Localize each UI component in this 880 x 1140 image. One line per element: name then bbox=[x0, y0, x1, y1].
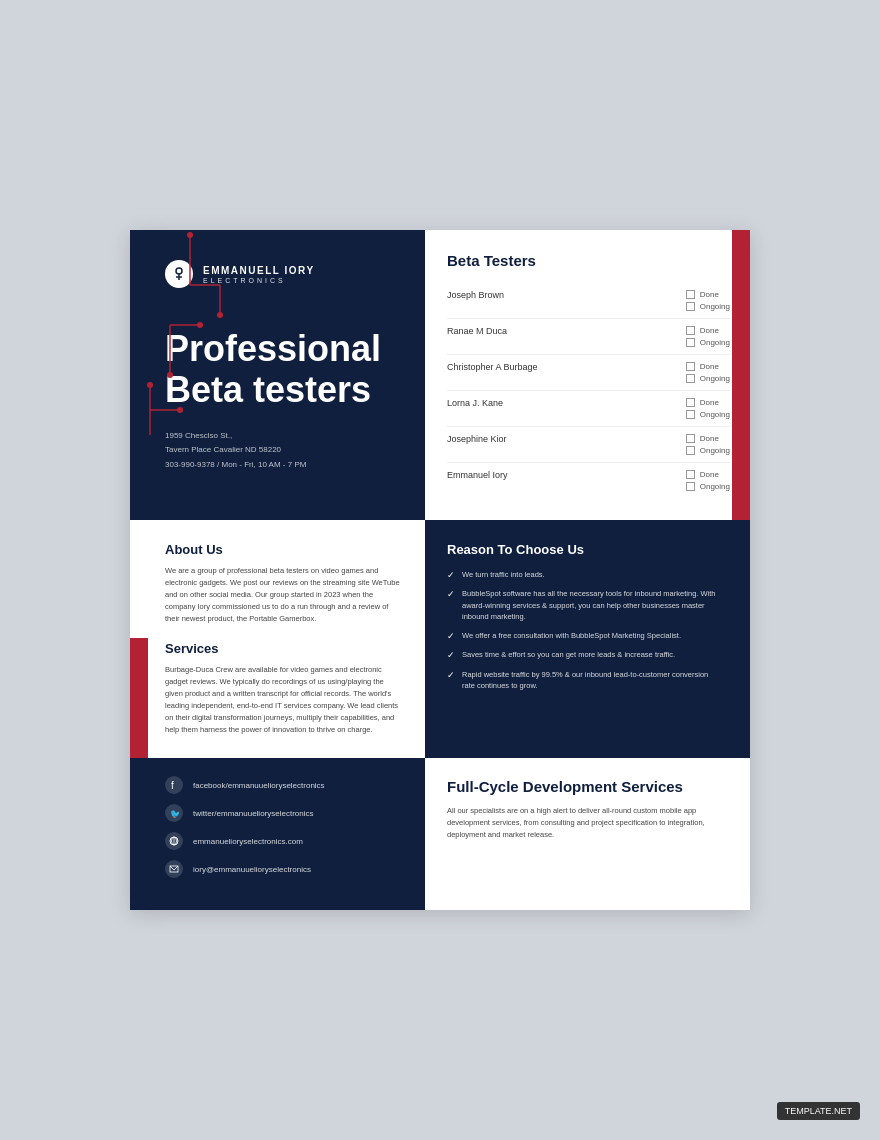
logo-icon bbox=[165, 260, 193, 288]
services-text: Burbage-Duca Crew are available for vide… bbox=[165, 664, 400, 736]
tester-list: Joseph Brown Done Ongoing Ranae M Duca D… bbox=[447, 283, 730, 498]
bottom-section: f facebook/emmanuuelioryselectronics 🐦 t… bbox=[130, 758, 750, 910]
reason-text: Rapid website traffic by 99.5% & our inb… bbox=[462, 669, 720, 692]
ongoing-checkbox[interactable]: Ongoing bbox=[686, 338, 730, 347]
svg-point-4 bbox=[217, 312, 223, 318]
facebook-link[interactable]: facebook/emmanuuelioryselectronics bbox=[193, 781, 325, 790]
table-row: Joseph Brown Done Ongoing bbox=[447, 283, 730, 319]
table-row: Ranae M Duca Done Ongoing bbox=[447, 319, 730, 355]
checkbox-group: Done Ongoing bbox=[686, 326, 730, 347]
ongoing-checkbox[interactable]: Ongoing bbox=[686, 482, 730, 491]
left-hero-panel: EMMANUELL IORY ELECTRONICS Professional … bbox=[130, 230, 425, 520]
checkmark-icon: ✓ bbox=[447, 570, 455, 580]
red-accent-bar-right bbox=[732, 230, 750, 520]
reason-text: BubbleSpot software has all the necessar… bbox=[462, 588, 720, 622]
tester-name: Emmanuel Iory bbox=[447, 470, 577, 480]
done-checkbox[interactable]: Done bbox=[686, 362, 730, 371]
reason-text: We offer a free consultation with Bubble… bbox=[462, 630, 681, 641]
ongoing-checkbox[interactable]: Ongoing bbox=[686, 374, 730, 383]
address-line2: Tavern Place Cavalier ND 58220 bbox=[165, 443, 395, 457]
done-checkbox[interactable]: Done bbox=[686, 290, 730, 299]
logo-text: EMMANUELL IORY ELECTRONICS bbox=[203, 265, 315, 284]
ongoing-checkbox[interactable]: Ongoing bbox=[686, 446, 730, 455]
reason-panel: Reason To Choose Us ✓ We turn traffic in… bbox=[425, 520, 750, 758]
full-cycle-panel: Full-Cycle Development Services All our … bbox=[425, 758, 750, 910]
list-item: 🐦 twitter/emmanuuelioryselectronics bbox=[165, 804, 400, 822]
svg-point-3 bbox=[187, 232, 193, 238]
logo-area: EMMANUELL IORY ELECTRONICS bbox=[165, 260, 395, 288]
tester-name: Joseph Brown bbox=[447, 290, 577, 300]
twitter-link[interactable]: twitter/emmanuuelioryselectronics bbox=[193, 809, 314, 818]
reason-list: ✓ We turn traffic into leads. ✓ BubbleSp… bbox=[447, 569, 720, 691]
hero-title: Professional Beta testers bbox=[165, 328, 395, 411]
done-checkbox[interactable]: Done bbox=[686, 398, 730, 407]
checkmark-icon: ✓ bbox=[447, 650, 455, 660]
checkbox-group: Done Ongoing bbox=[686, 470, 730, 491]
checkbox-group: Done Ongoing bbox=[686, 362, 730, 383]
table-row: Lorna J. Kane Done Ongoing bbox=[447, 391, 730, 427]
tester-name: Ranae M Duca bbox=[447, 326, 577, 336]
svg-point-13 bbox=[176, 268, 182, 274]
done-checkbox[interactable]: Done bbox=[686, 434, 730, 443]
tester-name: Lorna J. Kane bbox=[447, 398, 577, 408]
tester-name: Christopher A Burbage bbox=[447, 362, 577, 372]
table-row: Christopher A Burbage Done Ongoing bbox=[447, 355, 730, 391]
middle-section: About Us We are a group of professional … bbox=[130, 520, 750, 758]
email-link[interactable]: iory@emmanuuelioryselectronics bbox=[193, 865, 311, 874]
svg-point-12 bbox=[147, 382, 153, 388]
list-item: ✓ We offer a free consultation with Bubb… bbox=[447, 630, 720, 641]
svg-text:f: f bbox=[171, 780, 174, 790]
table-row: Josephine Kior Done Ongoing bbox=[447, 427, 730, 463]
address-block: 1959 Chesclso St., Tavern Place Cavalier… bbox=[165, 429, 395, 472]
done-checkbox[interactable]: Done bbox=[686, 470, 730, 479]
website-icon bbox=[165, 832, 183, 850]
address-line3: 303-990-9378 / Mon - Fri, 10 AM - 7 PM bbox=[165, 458, 395, 472]
template-badge: TEMPLATE.NET bbox=[777, 1102, 860, 1120]
checkbox-group: Done Ongoing bbox=[686, 398, 730, 419]
list-item: f facebook/emmanuuelioryselectronics bbox=[165, 776, 400, 794]
svg-text:🐦: 🐦 bbox=[170, 808, 179, 818]
twitter-icon: 🐦 bbox=[165, 804, 183, 822]
reason-title: Reason To Choose Us bbox=[447, 542, 720, 557]
social-panel: f facebook/emmanuuelioryselectronics 🐦 t… bbox=[130, 758, 425, 910]
ongoing-checkbox[interactable]: Ongoing bbox=[686, 302, 730, 311]
facebook-icon: f bbox=[165, 776, 183, 794]
reason-text: We turn traffic into leads. bbox=[462, 569, 545, 580]
about-text: We are a group of professional beta test… bbox=[165, 565, 400, 625]
beta-testers-panel: Beta Testers Joseph Brown Done Ongoing R… bbox=[425, 230, 750, 520]
company-subtitle: ELECTRONICS bbox=[203, 277, 315, 284]
list-item: ✓ BubbleSpot software has all the necess… bbox=[447, 588, 720, 622]
list-item: iory@emmanuuelioryselectronics bbox=[165, 860, 400, 878]
reason-text: Saves time & effort so you can get more … bbox=[462, 649, 675, 660]
beta-testers-title: Beta Testers bbox=[447, 252, 730, 269]
address-line1: 1959 Chesclso St., bbox=[165, 429, 395, 443]
checkmark-icon: ✓ bbox=[447, 589, 455, 599]
tester-name: Josephine Kior bbox=[447, 434, 577, 444]
list-item: ✓ Rapid website traffic by 99.5% & our i… bbox=[447, 669, 720, 692]
done-checkbox[interactable]: Done bbox=[686, 326, 730, 335]
list-item: emmanuelioryselectronics.com bbox=[165, 832, 400, 850]
checkmark-icon: ✓ bbox=[447, 631, 455, 641]
full-cycle-text: All our specialists are on a high alert … bbox=[447, 805, 720, 841]
table-row: Emmanuel Iory Done Ongoing bbox=[447, 463, 730, 498]
company-name: EMMANUELL IORY bbox=[203, 265, 315, 277]
top-section: EMMANUELL IORY ELECTRONICS Professional … bbox=[130, 230, 750, 520]
red-accent-bar-left bbox=[130, 638, 148, 758]
list-item: ✓ We turn traffic into leads. bbox=[447, 569, 720, 580]
about-title: About Us bbox=[165, 542, 400, 557]
about-services-panel: About Us We are a group of professional … bbox=[130, 520, 425, 758]
ongoing-checkbox[interactable]: Ongoing bbox=[686, 410, 730, 419]
services-title: Services bbox=[165, 641, 400, 656]
list-item: ✓ Saves time & effort so you can get mor… bbox=[447, 649, 720, 660]
document-page: EMMANUELL IORY ELECTRONICS Professional … bbox=[130, 230, 750, 910]
checkbox-group: Done Ongoing bbox=[686, 290, 730, 311]
email-icon bbox=[165, 860, 183, 878]
full-cycle-title: Full-Cycle Development Services bbox=[447, 778, 720, 795]
checkmark-icon: ✓ bbox=[447, 670, 455, 680]
website-link[interactable]: emmanuelioryselectronics.com bbox=[193, 837, 303, 846]
checkbox-group: Done Ongoing bbox=[686, 434, 730, 455]
